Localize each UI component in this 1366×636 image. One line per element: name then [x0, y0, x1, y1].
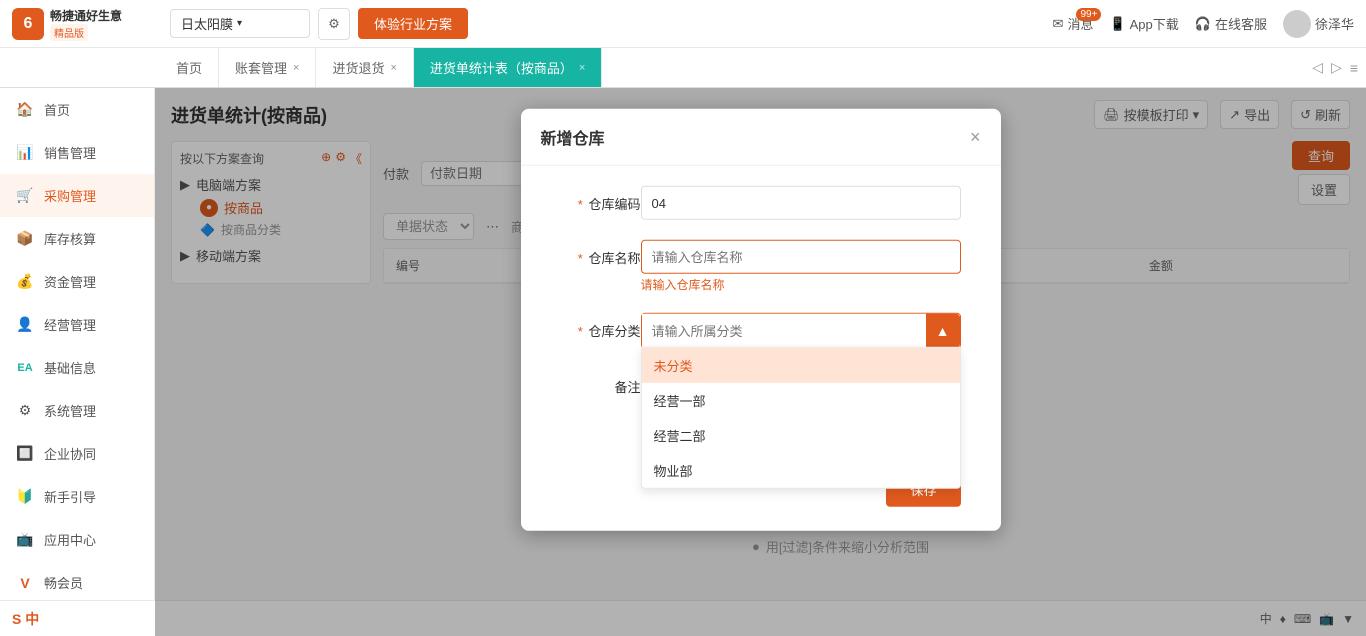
category-dropdown-menu: 未分类 经营一部 经营二部 物业部: [641, 347, 961, 489]
dropdown-arrow-icon[interactable]: ▲: [926, 314, 960, 348]
sidebar-item-app[interactable]: 📺 应用中心: [0, 518, 154, 561]
app-download-nav[interactable]: 📱 App下载: [1109, 14, 1178, 33]
name-input-wrap: 请输入仓库名称: [641, 240, 961, 293]
system-icon: ⚙: [16, 402, 34, 420]
avatar: [1283, 10, 1311, 38]
tab-prev-icon[interactable]: ◁: [1312, 59, 1323, 76]
name-form-row: * 仓库名称 请输入仓库名称: [561, 240, 961, 293]
logo-area: 6 畅捷通好生意 精品版: [12, 7, 162, 41]
tab-purchase-stats[interactable]: 进货单统计表（按商品） ×: [414, 48, 602, 87]
main-layout: 🏠 首页 📊 销售管理 🛒 采购管理 📦 库存核算 💰 资金管理 👤 经营管理 …: [0, 88, 1366, 636]
settings-icon[interactable]: ⚙: [318, 8, 350, 40]
name-error-msg: 请输入仓库名称: [641, 276, 961, 293]
collab-icon: 🔲: [16, 445, 34, 463]
category-form-row: * 仓库分类 ▲ 未分类 经营一部 经营二部 物业部: [561, 313, 961, 349]
sales-icon: 📊: [16, 144, 34, 162]
add-warehouse-modal: 新增仓库 × * 仓库编码 *: [521, 109, 1001, 531]
dropdown-option-0[interactable]: 未分类: [642, 348, 960, 383]
tab-close-icon[interactable]: ×: [579, 62, 585, 74]
purchase-icon: 🛒: [16, 187, 34, 205]
messages-nav[interactable]: ✉ 消息 99+: [1053, 14, 1094, 33]
message-icon: ✉: [1053, 16, 1064, 32]
logo-text: 畅捷通好生意 精品版: [50, 7, 122, 41]
operation-icon: 👤: [16, 316, 34, 334]
headset-icon: 🎧: [1195, 16, 1211, 32]
status-logo: S 中: [12, 609, 39, 629]
basic-info-icon: EA: [16, 359, 34, 377]
name-label: * 仓库名称: [561, 240, 641, 267]
tab-purchase-return[interactable]: 进货退货 ×: [316, 48, 413, 87]
sidebar-item-collab[interactable]: 🔲 企业协同: [0, 432, 154, 475]
logo-icon: 6: [12, 8, 44, 40]
warehouse-name-input[interactable]: [641, 240, 961, 274]
sidebar-item-system[interactable]: ⚙ 系统管理: [0, 389, 154, 432]
dropdown-option-3[interactable]: 物业部: [642, 453, 960, 488]
store-selector[interactable]: 日太阳膜 ▾: [170, 9, 310, 38]
sidebar-item-finance[interactable]: 💰 资金管理: [0, 260, 154, 303]
sidebar-item-inventory[interactable]: 📦 库存核算: [0, 217, 154, 260]
dropdown-option-2[interactable]: 经营二部: [642, 418, 960, 453]
tab-menu-icon[interactable]: ≡: [1350, 60, 1358, 76]
sidebar-item-sales[interactable]: 📊 销售管理: [0, 131, 154, 174]
sidebar-item-guide[interactable]: 🔰 新手引导: [0, 475, 154, 518]
online-service-label: 在线客服: [1215, 14, 1267, 33]
content-area: 进货单统计(按商品) 🖨 按模板打印 ▾ ↗ 导出 ↺ 刷新: [155, 88, 1366, 636]
nav-right: ✉ 消息 99+ 📱 App下载 🎧 在线客服 徐泽华: [1053, 10, 1354, 38]
category-label: * 仓库分类: [561, 313, 641, 340]
modal-close-button[interactable]: ×: [970, 126, 981, 147]
category-dropdown[interactable]: ▲: [641, 313, 961, 349]
username-label: 徐泽华: [1315, 14, 1354, 33]
trial-button[interactable]: 体验行业方案: [358, 8, 468, 39]
app-icon: 📺: [16, 531, 34, 549]
modal-header: 新增仓库 ×: [521, 109, 1001, 166]
sidebar-item-basic[interactable]: EA 基础信息: [0, 346, 154, 389]
code-input-wrap: [641, 186, 961, 220]
user-nav[interactable]: 徐泽华: [1283, 10, 1354, 38]
tab-home[interactable]: 首页: [160, 48, 219, 87]
store-name: 日太阳膜: [181, 14, 233, 33]
home-icon: 🏠: [16, 101, 34, 119]
note-label: 备注: [561, 369, 641, 396]
modal-title: 新增仓库: [541, 125, 605, 149]
guide-icon: 🔰: [16, 488, 34, 506]
sidebar: 🏠 首页 📊 销售管理 🛒 采购管理 📦 库存核算 💰 资金管理 👤 经营管理 …: [0, 88, 155, 636]
warehouse-code-input[interactable]: [641, 186, 961, 220]
finance-icon: 💰: [16, 273, 34, 291]
dropdown-option-1[interactable]: 经营一部: [642, 383, 960, 418]
tab-account[interactable]: 账套管理 ×: [219, 48, 316, 87]
online-service-nav[interactable]: 🎧 在线客服: [1195, 14, 1267, 33]
tab-close-icon[interactable]: ×: [293, 62, 299, 74]
chevron-down-icon: ▾: [237, 18, 242, 29]
category-input[interactable]: [642, 314, 926, 348]
code-label: * 仓库编码: [561, 186, 641, 213]
top-navbar: 6 畅捷通好生意 精品版 日太阳膜 ▾ ⚙ 体验行业方案 ✉ 消息 99+ 📱 …: [0, 0, 1366, 48]
sidebar-item-home[interactable]: 🏠 首页: [0, 88, 154, 131]
sidebar-item-purchase[interactable]: 🛒 采购管理: [0, 174, 154, 217]
vip-icon: V: [16, 574, 34, 592]
modal-body: * 仓库编码 * 仓库名称 请输入仓库名称: [521, 166, 1001, 472]
app-download-label: App下载: [1130, 14, 1179, 33]
tab-next-icon[interactable]: ▷: [1331, 59, 1342, 76]
inventory-icon: 📦: [16, 230, 34, 248]
phone-icon: 📱: [1109, 16, 1125, 32]
category-input-wrap: ▲ 未分类 经营一部 经营二部 物业部: [641, 313, 961, 349]
tab-close-icon[interactable]: ×: [390, 62, 396, 74]
sidebar-item-vip[interactable]: V 畅会员: [0, 561, 154, 604]
code-form-row: * 仓库编码: [561, 186, 961, 220]
tab-bar: 首页 账套管理 × 进货退货 × 进货单统计表（按商品） × ◁ ▷ ≡: [0, 48, 1366, 88]
sidebar-item-operation[interactable]: 👤 经营管理: [0, 303, 154, 346]
logo-badge: 精品版: [50, 24, 88, 41]
message-badge: 99+: [1076, 8, 1101, 21]
